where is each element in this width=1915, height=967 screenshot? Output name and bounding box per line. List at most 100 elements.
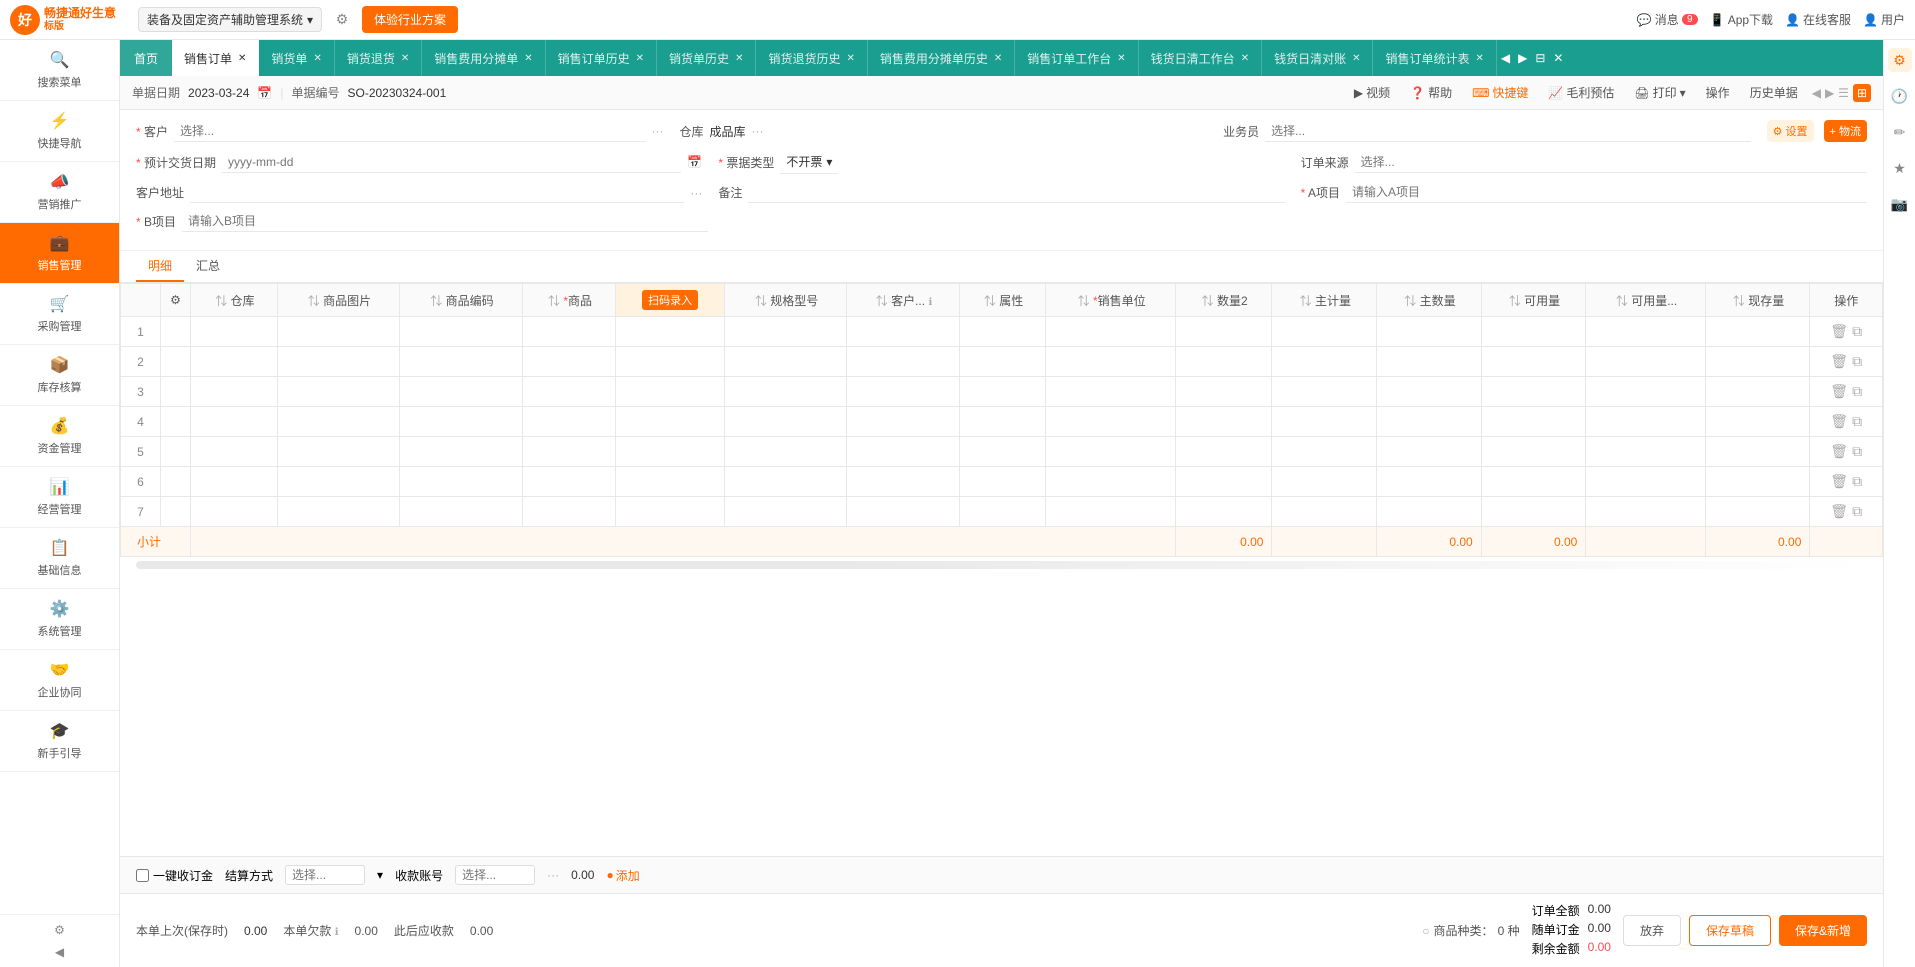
tab-close-icon[interactable]: ✕ — [1241, 53, 1249, 64]
sidebar-item-sales[interactable]: 💼 销售管理 — [0, 223, 119, 284]
delivery-date-input[interactable] — [222, 152, 681, 173]
delete-row-btn[interactable]: 🗑 — [1830, 503, 1848, 520]
system-settings-icon[interactable]: ⚙ — [330, 8, 354, 32]
order-source-input[interactable] — [1355, 152, 1867, 173]
right-history-icon[interactable]: 🕐 — [1888, 84, 1912, 108]
sidebar-item-basic[interactable]: 📋 基础信息 — [0, 528, 119, 589]
tab-close-icon[interactable]: ✕ — [401, 53, 409, 64]
system-selector[interactable]: 装备及固定资产辅助管理系统 ▾ — [138, 7, 322, 32]
delete-row-btn[interactable]: 🗑 — [1830, 353, 1848, 370]
tab-sales-refund[interactable]: 销货退货 ✕ — [335, 40, 422, 76]
tab-close-icon[interactable]: ✕ — [994, 53, 1002, 64]
a-project-input[interactable] — [1346, 182, 1867, 203]
toolbar-nav-prev[interactable]: ◀ — [1812, 86, 1821, 100]
copy-row-btn[interactable]: ⧉ — [1852, 383, 1862, 400]
debt-info-icon[interactable]: ℹ — [335, 927, 339, 938]
tab-sales-return-history[interactable]: 销货单历史 ✕ — [657, 40, 756, 76]
tab-home[interactable]: 首页 — [120, 40, 172, 76]
history-btn[interactable]: 历史单据 — [1744, 82, 1804, 103]
one-click-deposit-checkbox[interactable]: 一键收订金 — [136, 867, 213, 884]
profit-btn[interactable]: 📈 毛利预估 — [1542, 82, 1620, 103]
delete-row-btn[interactable]: 🗑 — [1830, 323, 1848, 340]
app-download-btn[interactable]: 📱 App下载 — [1710, 11, 1773, 28]
delete-row-btn[interactable]: 🗑 — [1830, 383, 1848, 400]
toolbar-list-view[interactable]: ☰ — [1838, 86, 1849, 100]
tab-close-icon[interactable]: ✕ — [1476, 53, 1484, 64]
tab-more-btn[interactable]: ⊟ — [1531, 51, 1549, 65]
tab-sales-refund-history[interactable]: 销货退货历史 ✕ — [756, 40, 867, 76]
col-settings[interactable]: ⚙ — [161, 284, 191, 317]
form-settings-btn[interactable]: ⚙ 设置 — [1767, 120, 1814, 142]
sidebar-settings-btn[interactable]: ⚙ — [8, 923, 111, 937]
payment-method-input[interactable] — [285, 865, 365, 885]
tab-sales-return[interactable]: 销货单 ✕ — [259, 40, 334, 76]
save-draft-btn[interactable]: 保存草稿 — [1689, 915, 1771, 946]
tab-next-btn[interactable]: ▶ — [1514, 51, 1531, 65]
sidebar-item-quick[interactable]: ⚡ 快捷导航 — [0, 101, 119, 162]
account-input[interactable] — [455, 865, 535, 885]
tab-sales-order-stats[interactable]: 销售订单统计表 ✕ — [1373, 40, 1496, 76]
copy-row-btn[interactable]: ⧉ — [1852, 323, 1862, 340]
delete-row-btn[interactable]: 🗑 — [1830, 443, 1848, 460]
add-payment-btn[interactable]: ● 添加 — [606, 867, 639, 884]
tab-close-icon[interactable]: ✕ — [313, 53, 321, 64]
b-project-input[interactable] — [182, 211, 708, 232]
right-star-icon[interactable]: ★ — [1888, 156, 1912, 180]
industry-btn[interactable]: 体验行业方案 — [362, 6, 458, 33]
copy-row-btn[interactable]: ⧉ — [1852, 443, 1862, 460]
tab-close-icon[interactable]: ✕ — [1352, 53, 1360, 64]
tab-close-icon[interactable]: ✕ — [636, 53, 644, 64]
ops-btn[interactable]: 操作 — [1700, 82, 1736, 103]
tab-sales-expense-split[interactable]: 销售费用分摊单 ✕ — [422, 40, 545, 76]
tab-detail[interactable]: 明细 — [136, 251, 184, 282]
customer-more-icon[interactable]: ··· — [652, 124, 664, 138]
tab-prev-btn[interactable]: ◀ — [1497, 51, 1514, 65]
customer-address-input[interactable] — [190, 182, 684, 203]
view-video-btn[interactable]: ▶ 视频 — [1348, 82, 1396, 103]
copy-row-btn[interactable]: ⧉ — [1852, 353, 1862, 370]
tab-close-icon[interactable]: ✕ — [1117, 53, 1125, 64]
sidebar-item-guide[interactable]: 🎓 新手引导 — [0, 711, 119, 772]
customer-input[interactable] — [174, 121, 646, 142]
calendar-icon[interactable]: 📅 — [257, 86, 272, 100]
sidebar-collapse-btn[interactable]: ◀ — [8, 945, 111, 959]
address-more-icon[interactable]: ··· — [690, 186, 702, 200]
calendar-picker-icon[interactable]: 📅 — [687, 155, 702, 169]
tab-close-icon[interactable]: ✕ — [846, 53, 854, 64]
print-btn[interactable]: 🖨 打印 ▾ — [1628, 82, 1691, 103]
sidebar-item-operation[interactable]: 📊 经营管理 — [0, 467, 119, 528]
tab-sales-order-history[interactable]: 销售订单历史 ✕ — [546, 40, 657, 76]
shortcut-btn[interactable]: ⌨ 快捷键 — [1466, 82, 1534, 103]
sidebar-item-marketing[interactable]: 📣 营销推广 — [0, 162, 119, 223]
copy-row-btn[interactable]: ⧉ — [1852, 413, 1862, 430]
save-new-btn[interactable]: 保存&新增 — [1779, 915, 1867, 946]
note-input[interactable] — [748, 182, 1284, 203]
discard-btn[interactable]: 放弃 — [1623, 915, 1681, 946]
sidebar-item-inventory[interactable]: 📦 库存核算 — [0, 345, 119, 406]
right-scan-icon[interactable]: 📷 — [1888, 192, 1912, 216]
sidebar-item-search[interactable]: 🔍 搜索菜单 — [0, 40, 119, 101]
payment-dropdown-icon[interactable]: ▾ — [377, 868, 383, 882]
right-edit-icon[interactable]: ✏ — [1888, 120, 1912, 144]
toolbar-nav-next[interactable]: ▶ — [1825, 86, 1834, 100]
tab-close-icon[interactable]: ✕ — [524, 53, 532, 64]
message-btn[interactable]: 💬 消息 9 — [1637, 11, 1698, 28]
sidebar-item-purchase[interactable]: 🛒 采购管理 — [0, 284, 119, 345]
sidebar-item-enterprise[interactable]: 🤝 企业协同 — [0, 650, 119, 711]
delete-row-btn[interactable]: 🗑 — [1830, 473, 1848, 490]
copy-row-btn[interactable]: ⧉ — [1852, 473, 1862, 490]
help-btn[interactable]: ❓ 帮助 — [1404, 82, 1458, 103]
delete-row-btn[interactable]: 🗑 — [1830, 413, 1848, 430]
staff-input[interactable] — [1265, 121, 1751, 142]
right-settings-icon[interactable]: ⚙ — [1888, 48, 1912, 72]
warehouse-more-icon[interactable]: ··· — [752, 124, 764, 138]
tab-cash-daily-clear[interactable]: 钱货日清工作台 ✕ — [1139, 40, 1262, 76]
tab-close-icon[interactable]: ✕ — [735, 53, 743, 64]
sidebar-item-finance[interactable]: 💰 资金管理 — [0, 406, 119, 467]
tab-expense-history[interactable]: 销售费用分摊单历史 ✕ — [868, 40, 1015, 76]
account-more-icon[interactable]: ··· — [547, 868, 559, 882]
copy-row-btn[interactable]: ⧉ — [1852, 503, 1862, 520]
sidebar-item-system[interactable]: ⚙️ 系统管理 — [0, 589, 119, 650]
col-scan[interactable]: 扫码录入 — [616, 284, 725, 317]
one-click-checkbox-input[interactable] — [136, 869, 149, 882]
